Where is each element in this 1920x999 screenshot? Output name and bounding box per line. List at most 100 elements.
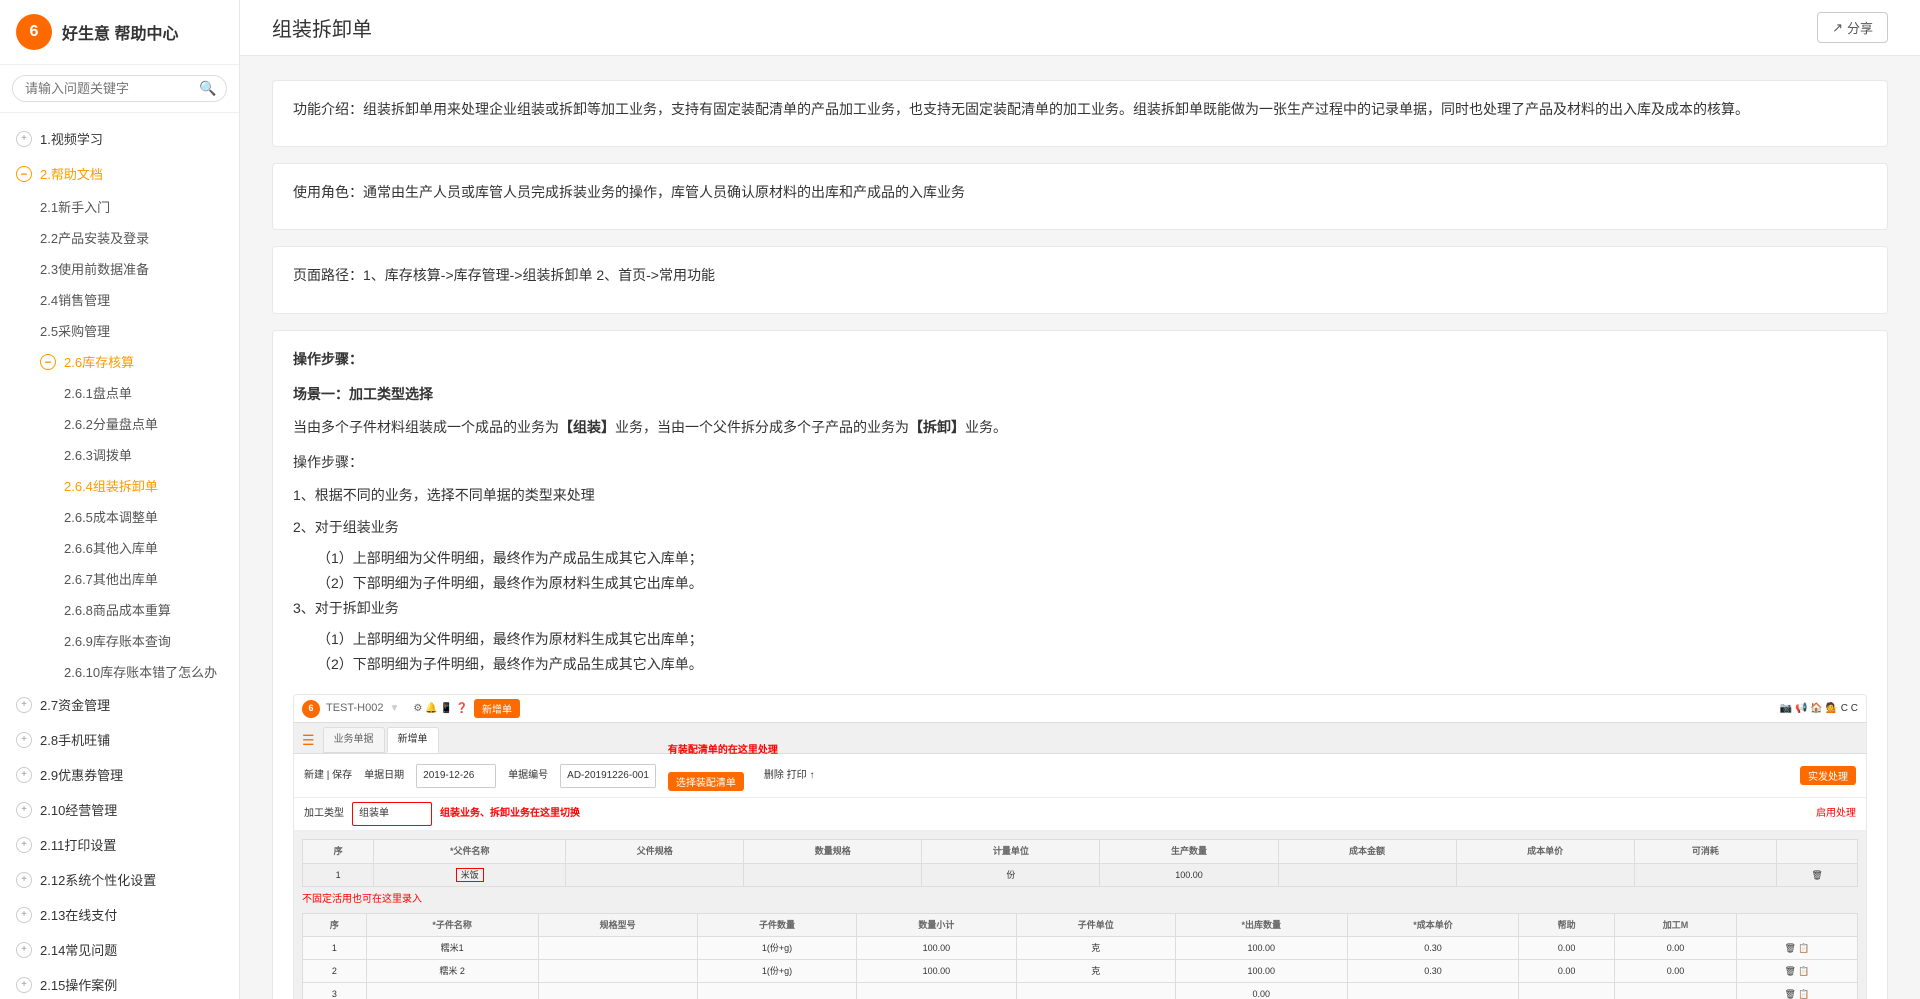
sidebar-item-label: 2.13在线支付 bbox=[40, 905, 117, 924]
sidebar-item-2-12[interactable]: + 2.12系统个性化设置 bbox=[0, 862, 239, 897]
mock-th-1: *父件名称 bbox=[374, 840, 566, 863]
mock-th-7: 成本单价 bbox=[1456, 840, 1634, 863]
mock-select-btn[interactable]: 选择装配清单 bbox=[668, 772, 744, 791]
mock-annotation3-label: 启用处理 bbox=[1816, 805, 1856, 823]
sidebar-item-videos[interactable]: + 1.视频学习 bbox=[0, 121, 239, 156]
section-2-11: + 2.11打印设置 bbox=[0, 827, 239, 862]
expand-icon: + bbox=[16, 907, 32, 923]
sidebar-item-2-15[interactable]: + 2.15操作案例 bbox=[0, 967, 239, 999]
mock-cell-consumable bbox=[1634, 863, 1776, 886]
sidebar-item-2-5[interactable]: 2.5采购管理 bbox=[40, 315, 239, 346]
mock-annotation-area1: 有装配清单的在这里处理 选择装配清单 bbox=[668, 760, 744, 791]
sidebar-item-2-6-2[interactable]: 2.6.2分量盘点单 bbox=[64, 408, 239, 439]
step2: 2、对于组装业务 bbox=[293, 515, 1867, 540]
sidebar-item-helpdocs[interactable]: − 2.帮助文档 bbox=[0, 156, 239, 191]
share-button[interactable]: ↗ 分享 bbox=[1817, 12, 1888, 43]
sidebar-item-2-6-6[interactable]: 2.6.6其他入库单 bbox=[64, 532, 239, 563]
mock-sidebar-icons: ☰ bbox=[302, 727, 315, 753]
expand-icon: + bbox=[16, 977, 32, 993]
mock-sub-row-1: 1 糯米1 1(份+g) 100.00 克 100.00 0.30 0.00 bbox=[303, 936, 1858, 959]
section-1: + 1.视频学习 bbox=[0, 121, 239, 156]
mock-form-fields: 新建 | 保存 单据日期 2019-12-26 单据编号 AD-20191226… bbox=[304, 760, 1856, 791]
mock-form-toolbar: 新建 | 保存 单据日期 2019-12-26 单据编号 AD-20191226… bbox=[294, 754, 1866, 798]
scenario1-title: 场景一：加工类型选择 bbox=[293, 382, 1867, 407]
sidebar-item-2-14[interactable]: + 2.14常见问题 bbox=[0, 932, 239, 967]
mock-apply-btn[interactable]: 实发处理 bbox=[1800, 766, 1856, 785]
section-2-9: + 2.9优惠券管理 bbox=[0, 757, 239, 792]
step3: 3、对于拆卸业务 bbox=[293, 596, 1867, 621]
section-2-12: + 2.12系统个性化设置 bbox=[0, 862, 239, 897]
sidebar-item-label: 2.10经营管理 bbox=[40, 800, 117, 819]
mock-sub-th-5: 子件单位 bbox=[1016, 913, 1175, 936]
collapse-icon-2-6: − bbox=[40, 354, 56, 370]
steps-label: 操作步骤： bbox=[293, 450, 1867, 475]
collapse-icon: − bbox=[16, 166, 32, 182]
mock-titlebar: 6 TEST-H002 ▼ ⚙ 🔔 📱 ❓ 新增单 📷 📢 🏠 💁 C C bbox=[294, 695, 1866, 724]
mock-th-0: 序 bbox=[303, 840, 374, 863]
mock-annotation4: 不固定活用也可在这里录入 bbox=[302, 891, 1858, 909]
top-bar: 组装拆卸单 ↗ 分享 bbox=[240, 0, 1920, 56]
mock-type-field[interactable]: 组装单 bbox=[352, 802, 432, 826]
mock-annotation1: 有装配清单的在这里处理 bbox=[668, 742, 778, 760]
nav-list: + 1.视频学习 − 2.帮助文档 2.1新手入门 2.2产品安装及登录 2.3… bbox=[0, 113, 239, 999]
mock-sub-th-1: *子件名称 bbox=[366, 913, 538, 936]
sidebar-item-2-1[interactable]: 2.1新手入门 bbox=[40, 191, 239, 222]
sidebar-item-2-8[interactable]: + 2.8手机旺铺 bbox=[0, 722, 239, 757]
sidebar-item-2-7[interactable]: + 2.7资金管理 bbox=[0, 687, 239, 722]
sidebar-item-2-4[interactable]: 2.4销售管理 bbox=[40, 284, 239, 315]
sidebar-item-2-3[interactable]: 2.3使用前数据准备 bbox=[40, 253, 239, 284]
search-input[interactable] bbox=[12, 75, 227, 102]
mock-app-id: TEST-H002 bbox=[326, 699, 383, 719]
role-text: 使用角色：通常由生产人员或库管人员完成拆装业务的操作，库管人员确认原材料的出库和… bbox=[293, 180, 1867, 205]
mock-new-btn[interactable]: 新增单 bbox=[474, 699, 520, 718]
sidebar-item-2-6-3[interactable]: 2.6.3调拨单 bbox=[64, 439, 239, 470]
mock-sub-row-3: 3 0.00 🗑 📋 bbox=[303, 983, 1858, 999]
mock-icons: ⚙ 🔔 📱 ❓ bbox=[413, 700, 468, 718]
mock-date-field[interactable]: 2019-12-26 bbox=[416, 764, 496, 788]
mock-table-area: 序 *父件名称 父件规格 数量规格 计量单位 生产数量 成本金额 成本单价 可消… bbox=[294, 831, 1866, 999]
mock-th-6: 成本金额 bbox=[1278, 840, 1456, 863]
expand-icon: + bbox=[16, 837, 32, 853]
section-2-13: + 2.13在线支付 bbox=[0, 897, 239, 932]
sidebar-item-label: 2.7资金管理 bbox=[40, 695, 110, 714]
step2-sub1: （1）上部明细为父件明细，最终作为产成品生成其它入库单； bbox=[317, 546, 1867, 571]
sidebar-item-2-6-10[interactable]: 2.6.10库存账本错了怎么办 bbox=[64, 656, 239, 687]
sidebar-item-2-11[interactable]: + 2.11打印设置 bbox=[0, 827, 239, 862]
mock-top-icons: 📷 📢 🏠 💁 C C bbox=[1780, 700, 1858, 718]
sidebar-item-2-6-1[interactable]: 2.6.1盘点单 bbox=[64, 377, 239, 408]
sidebar-item-2-6-label: 2.6库存核算 bbox=[64, 352, 134, 371]
mock-type-label: 加工类型 bbox=[304, 805, 344, 823]
steps-block: 操作步骤： 场景一：加工类型选择 当由多个子件材料组装成一个成品的业务为【组装】… bbox=[272, 330, 1888, 999]
expand-icon: + bbox=[16, 872, 32, 888]
mock-tab-2[interactable]: 新增单 bbox=[387, 727, 439, 753]
sidebar-item-2-6-4[interactable]: 2.6.4组装拆卸单 bbox=[64, 470, 239, 501]
intro-text: 功能介绍：组装拆卸单用来处理企业组装或拆卸等加工业务，支持有固定装配清单的产品加… bbox=[293, 97, 1867, 122]
search-button[interactable]: 🔍 bbox=[199, 80, 216, 97]
sidebar-item-2-6-7[interactable]: 2.6.7其他出库单 bbox=[64, 563, 239, 594]
step3-sub2: （2）下部明细为子件明细，最终作为产成品生成其它入库单。 bbox=[317, 652, 1867, 677]
mock-num-field[interactable]: AD-20191226-001 bbox=[560, 764, 656, 788]
sidebar-item-2-6-8[interactable]: 2.6.8商品成本重算 bbox=[64, 594, 239, 625]
sidebar-item-2-6-5[interactable]: 2.6.5成本调整单 bbox=[64, 501, 239, 532]
sidebar-item-2-13[interactable]: + 2.13在线支付 bbox=[0, 897, 239, 932]
mock-table-header-row: 序 *父件名称 父件规格 数量规格 计量单位 生产数量 成本金额 成本单价 可消… bbox=[303, 840, 1858, 863]
sidebar-item-2-6-9[interactable]: 2.6.9库存账本查询 bbox=[64, 625, 239, 656]
sidebar-item-2-6[interactable]: − 2.6库存核算 bbox=[40, 346, 239, 377]
sidebar-item-2-2[interactable]: 2.2产品安装及登录 bbox=[40, 222, 239, 253]
main: 组装拆卸单 ↗ 分享 功能介绍：组装拆卸单用来处理企业组装或拆卸等加工业务，支持… bbox=[240, 0, 1920, 999]
mock-app-inner: 6 TEST-H002 ▼ ⚙ 🔔 📱 ❓ 新增单 📷 📢 🏠 💁 C C bbox=[294, 695, 1866, 999]
page-title: 组装拆卸单 bbox=[272, 13, 372, 42]
sub-items-section2: 2.1新手入门 2.2产品安装及登录 2.3使用前数据准备 2.4销售管理 2.… bbox=[0, 191, 239, 687]
mock-sub-th-2: 规格型号 bbox=[538, 913, 697, 936]
share-icon: ↗ bbox=[1832, 20, 1843, 36]
sidebar-item-label: 2.11打印设置 bbox=[40, 835, 116, 854]
sidebar-item-2-10[interactable]: + 2.10经营管理 bbox=[0, 792, 239, 827]
mock-sub-th-4: 数量小计 bbox=[857, 913, 1016, 936]
mock-tab-1[interactable]: 业务单据 bbox=[323, 727, 385, 753]
dropdown-arrow: ▼ bbox=[389, 700, 399, 718]
sidebar-item-2-9[interactable]: + 2.9优惠券管理 bbox=[0, 757, 239, 792]
logo-text: 好生意 帮助中心 bbox=[62, 20, 178, 44]
mock-sub-th-6: *出库数量 bbox=[1175, 913, 1347, 936]
sidebar-item-label: 2.帮助文档 bbox=[40, 164, 103, 183]
mock-sub-th-8: 帮助 bbox=[1519, 913, 1615, 936]
